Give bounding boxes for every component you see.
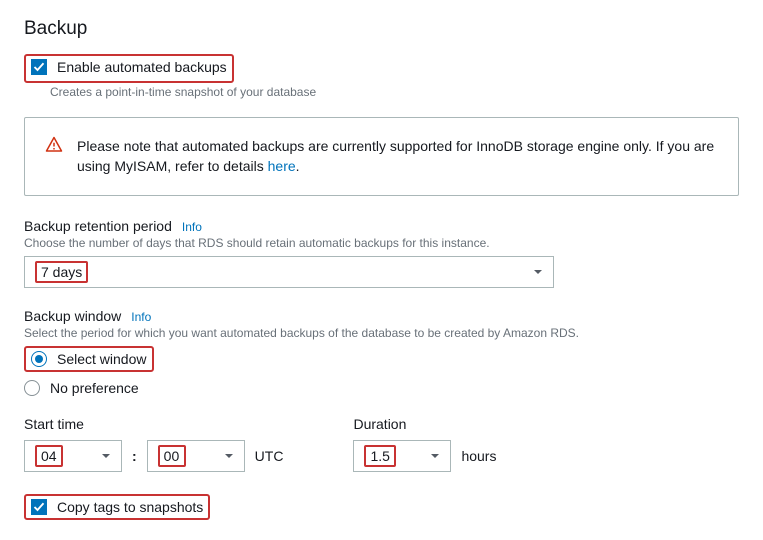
alert-box: Please note that automated backups are c… [24, 117, 739, 196]
copy-tags-highlight: Copy tags to snapshots [24, 494, 210, 520]
duration-unit: hours [461, 448, 496, 464]
retention-group: Backup retention period Info Choose the … [24, 218, 739, 288]
start-minute-select[interactable]: 00 [147, 440, 245, 472]
retention-select[interactable]: 7 days [24, 256, 554, 288]
enable-backups-checkbox[interactable] [31, 59, 47, 75]
warning-icon [45, 136, 63, 177]
timezone-label: UTC [255, 448, 284, 464]
duration-col: Duration 1.5 hours [353, 416, 496, 472]
enable-backups-desc: Creates a point-in-time snapshot of your… [50, 85, 739, 99]
caret-down-icon [101, 448, 111, 464]
caret-down-icon [430, 448, 440, 464]
section-title: Backup [24, 18, 739, 40]
start-time-col: Start time 04 : 00 UTC [24, 416, 283, 472]
duration-label: Duration [353, 416, 496, 432]
retention-value: 7 days [35, 261, 88, 283]
alert-text-after: . [296, 158, 300, 174]
enable-backups-label: Enable automated backups [57, 59, 227, 75]
checkmark-icon [33, 61, 45, 73]
no-preference-radio[interactable] [24, 380, 40, 396]
alert-text-body: Please note that automated backups are c… [77, 138, 714, 174]
select-window-radio[interactable] [31, 351, 47, 367]
select-window-label: Select window [57, 351, 147, 367]
window-info-link[interactable]: Info [131, 310, 151, 324]
window-desc: Select the period for which you want aut… [24, 326, 739, 340]
enable-backups-highlight: Enable automated backups [24, 54, 234, 83]
duration-select[interactable]: 1.5 [353, 440, 451, 472]
no-preference-label: No preference [50, 380, 139, 396]
caret-down-icon [224, 448, 234, 464]
start-time-label: Start time [24, 416, 283, 432]
time-row: Start time 04 : 00 UTC Duration 1.5 hour… [24, 416, 739, 472]
alert-here-link[interactable]: here [268, 158, 296, 174]
start-minute-value: 00 [158, 445, 186, 467]
retention-info-link[interactable]: Info [182, 220, 202, 234]
select-window-highlight: Select window [24, 346, 154, 372]
copy-tags-label: Copy tags to snapshots [57, 499, 203, 515]
retention-desc: Choose the number of days that RDS shoul… [24, 236, 739, 250]
checkmark-icon [33, 501, 45, 513]
window-label: Backup window [24, 308, 121, 324]
duration-value: 1.5 [364, 445, 395, 467]
alert-text: Please note that automated backups are c… [77, 136, 718, 177]
retention-label: Backup retention period [24, 218, 172, 234]
copy-tags-checkbox[interactable] [31, 499, 47, 515]
start-hour-select[interactable]: 04 [24, 440, 122, 472]
window-group: Backup window Info Select the period for… [24, 308, 739, 396]
caret-down-icon [533, 264, 543, 280]
time-colon: : [132, 448, 137, 464]
start-hour-value: 04 [35, 445, 63, 467]
